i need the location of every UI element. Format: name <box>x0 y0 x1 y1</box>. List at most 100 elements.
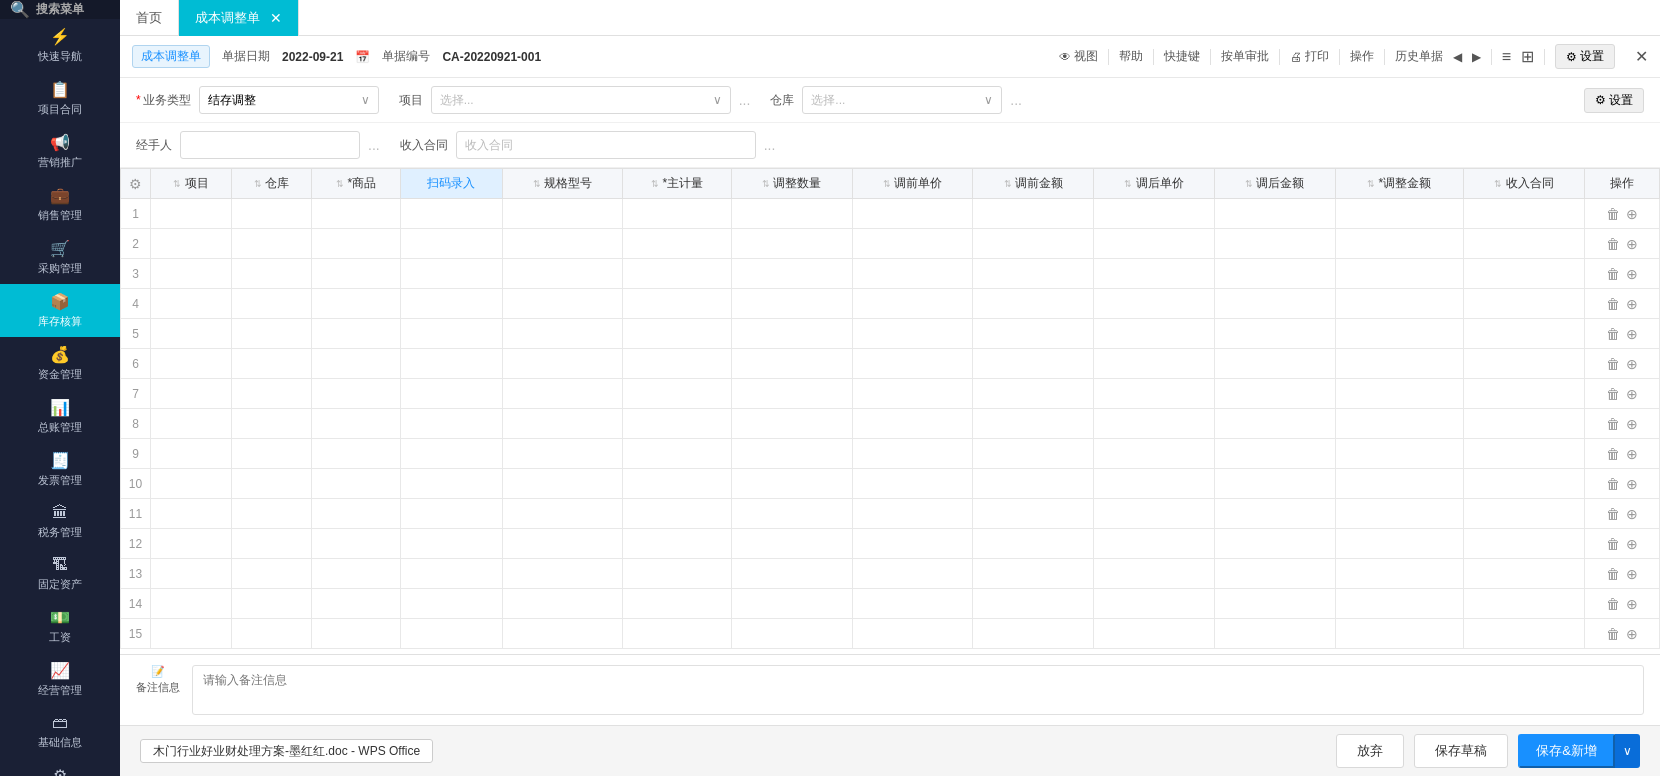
table-cell[interactable] <box>312 319 400 349</box>
table-cell[interactable] <box>1214 439 1335 469</box>
table-cell[interactable] <box>400 289 502 319</box>
delete-icon[interactable]: 🗑 <box>1606 236 1620 252</box>
copy-icon[interactable]: ⊕ <box>1626 416 1638 432</box>
table-cell[interactable] <box>731 559 852 589</box>
delete-icon[interactable]: 🗑 <box>1606 356 1620 372</box>
table-cell[interactable] <box>502 379 623 409</box>
table-cell[interactable] <box>731 469 852 499</box>
table-cell[interactable] <box>312 229 400 259</box>
table-cell[interactable] <box>852 559 973 589</box>
table-cell[interactable] <box>731 409 852 439</box>
table-cell[interactable] <box>623 409 732 439</box>
table-cell[interactable] <box>312 349 400 379</box>
table-cell[interactable] <box>973 199 1094 229</box>
table-cell[interactable] <box>852 229 973 259</box>
table-cell[interactable] <box>1094 439 1215 469</box>
operator-input[interactable] <box>180 131 360 159</box>
table-cell[interactable] <box>502 199 623 229</box>
sidebar-search-label[interactable]: 搜索菜单 <box>36 1 84 18</box>
income-contract-input[interactable]: 收入合同 <box>456 131 756 159</box>
project-more-btn[interactable]: ... <box>739 92 751 108</box>
sidebar-item-invoice[interactable]: 🧾 发票管理 <box>0 443 120 496</box>
col-settings[interactable]: ⚙ <box>121 169 151 199</box>
table-cell[interactable] <box>973 469 1094 499</box>
table-cell[interactable] <box>1214 469 1335 499</box>
table-cell[interactable] <box>231 409 312 439</box>
table-cell[interactable] <box>231 229 312 259</box>
copy-icon[interactable]: ⊕ <box>1626 266 1638 282</box>
settings-btn[interactable]: ⚙ 设置 <box>1555 44 1615 69</box>
table-cell[interactable] <box>1335 529 1464 559</box>
table-cell[interactable] <box>731 319 852 349</box>
table-cell[interactable] <box>312 589 400 619</box>
nav-left-btn[interactable]: ◀ <box>1453 50 1462 64</box>
delete-icon[interactable]: 🗑 <box>1606 416 1620 432</box>
table-cell[interactable] <box>1094 589 1215 619</box>
sidebar-item-sales-promotion[interactable]: 📢 营销推广 <box>0 125 120 178</box>
table-cell[interactable] <box>973 559 1094 589</box>
table-cell[interactable] <box>973 619 1094 649</box>
save-new-button[interactable]: 保存&新增 <box>1518 734 1615 768</box>
table-cell[interactable] <box>852 199 973 229</box>
table-cell[interactable] <box>1094 379 1215 409</box>
table-cell[interactable] <box>1094 319 1215 349</box>
table-cell[interactable] <box>1094 199 1215 229</box>
table-cell[interactable] <box>731 199 852 229</box>
delete-icon[interactable]: 🗑 <box>1606 626 1620 642</box>
table-cell[interactable] <box>1335 589 1464 619</box>
delete-icon[interactable]: 🗑 <box>1606 266 1620 282</box>
table-cell[interactable] <box>973 529 1094 559</box>
copy-icon[interactable]: ⊕ <box>1626 506 1638 522</box>
table-cell[interactable] <box>973 319 1094 349</box>
table-cell[interactable] <box>1464 619 1585 649</box>
table-cell[interactable] <box>852 529 973 559</box>
copy-icon[interactable]: ⊕ <box>1626 566 1638 582</box>
settings-form-btn[interactable]: ⚙ 设置 <box>1584 88 1644 113</box>
table-cell[interactable] <box>151 259 232 289</box>
table-cell[interactable] <box>400 349 502 379</box>
table-cell[interactable] <box>502 589 623 619</box>
delete-icon[interactable]: 🗑 <box>1606 476 1620 492</box>
table-cell[interactable] <box>1335 379 1464 409</box>
table-cell[interactable] <box>231 499 312 529</box>
table-cell[interactable] <box>973 349 1094 379</box>
table-cell[interactable] <box>1214 379 1335 409</box>
table-cell[interactable] <box>151 379 232 409</box>
table-cell[interactable] <box>731 229 852 259</box>
sidebar-item-project-contract[interactable]: 📋 项目合同 <box>0 72 120 125</box>
sidebar-item-operations[interactable]: 📈 经营管理 <box>0 653 120 706</box>
table-cell[interactable] <box>312 199 400 229</box>
table-cell[interactable] <box>1214 229 1335 259</box>
table-cell[interactable] <box>1214 559 1335 589</box>
table-cell[interactable] <box>502 439 623 469</box>
tab-home[interactable]: 首页 <box>120 0 179 36</box>
remark-input[interactable] <box>192 665 1644 715</box>
table-cell[interactable] <box>973 439 1094 469</box>
table-cell[interactable] <box>231 469 312 499</box>
nav-right-btn[interactable]: ▶ <box>1472 50 1481 64</box>
table-cell[interactable] <box>151 469 232 499</box>
table-cell[interactable] <box>852 349 973 379</box>
table-cell[interactable] <box>973 589 1094 619</box>
table-cell[interactable] <box>852 289 973 319</box>
sidebar-item-ledger[interactable]: 📊 总账管理 <box>0 390 120 443</box>
table-cell[interactable] <box>151 559 232 589</box>
table-cell[interactable] <box>231 289 312 319</box>
operate-btn[interactable]: 操作 <box>1350 48 1374 65</box>
sidebar-item-fixed-assets[interactable]: 🏗 固定资产 <box>0 548 120 600</box>
table-cell[interactable] <box>1214 619 1335 649</box>
table-cell[interactable] <box>312 289 400 319</box>
table-cell[interactable] <box>623 259 732 289</box>
table-cell[interactable] <box>1214 499 1335 529</box>
table-cell[interactable] <box>312 499 400 529</box>
table-cell[interactable] <box>400 469 502 499</box>
table-cell[interactable] <box>502 409 623 439</box>
table-cell[interactable] <box>231 199 312 229</box>
copy-icon[interactable]: ⊕ <box>1626 536 1638 552</box>
table-cell[interactable] <box>1094 409 1215 439</box>
tab-cost-adjust[interactable]: 成本调整单 ✕ <box>179 0 299 36</box>
table-cell[interactable] <box>1335 439 1464 469</box>
table-cell[interactable] <box>400 529 502 559</box>
delete-icon[interactable]: 🗑 <box>1606 446 1620 462</box>
table-cell[interactable] <box>231 439 312 469</box>
